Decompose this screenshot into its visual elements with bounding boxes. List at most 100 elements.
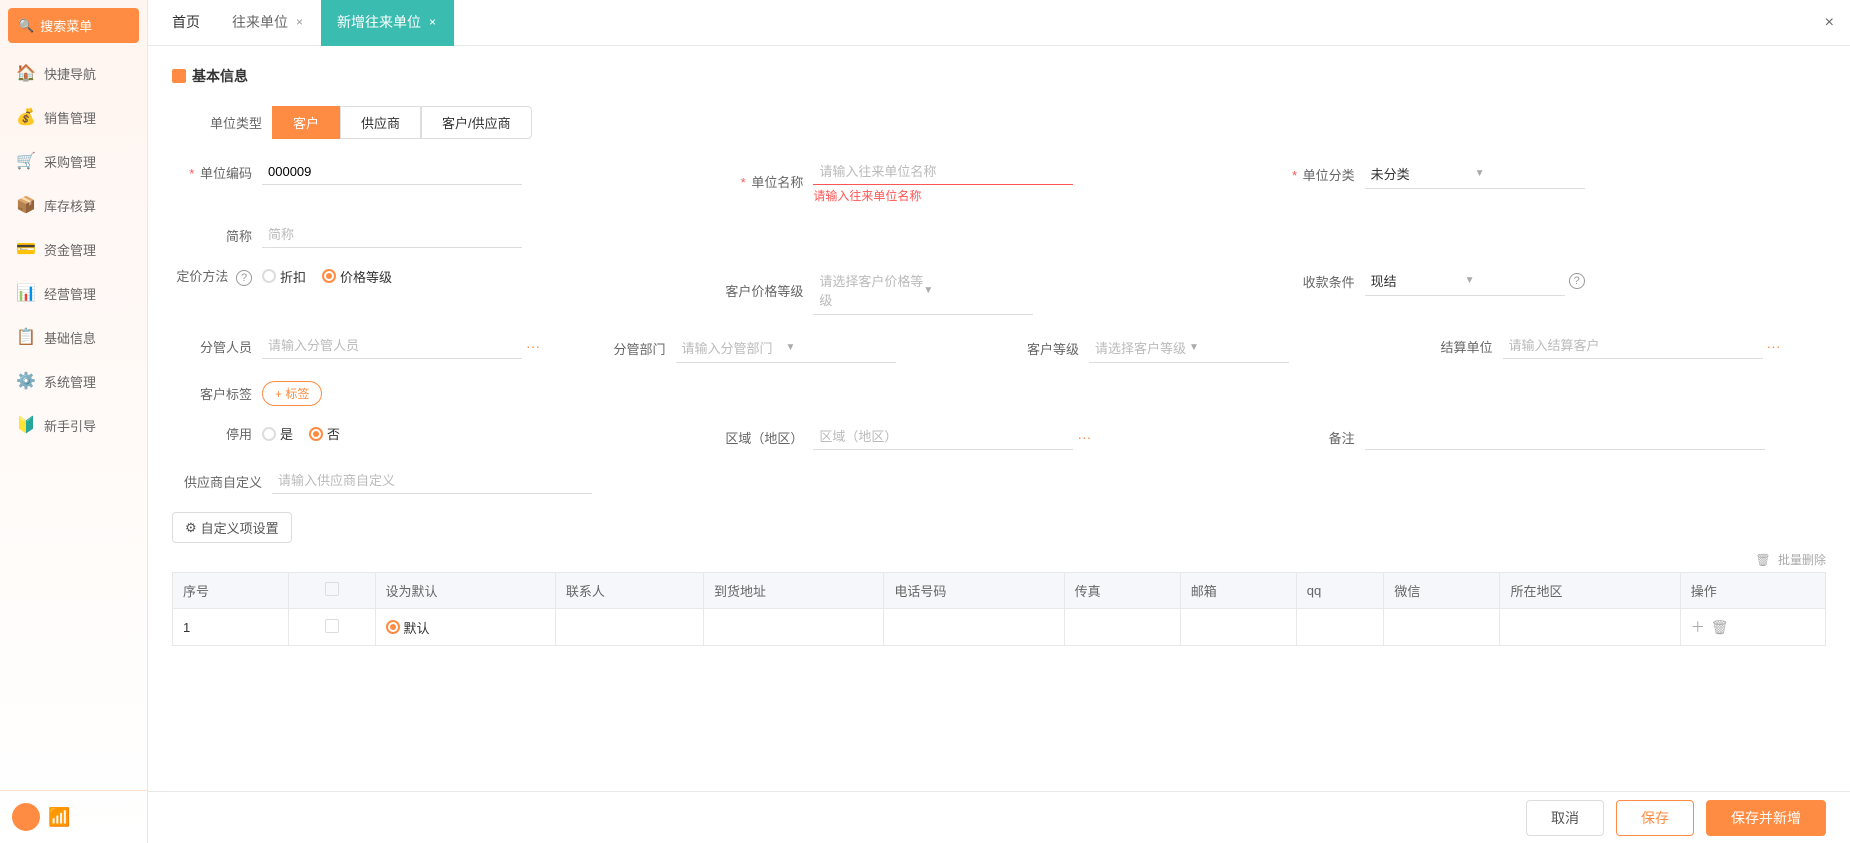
pricing-radio-discount[interactable]: 折扣 <box>262 267 306 286</box>
th-region: 所在地区 <box>1500 573 1680 609</box>
sidebar-item-label: 销售管理 <box>44 108 96 127</box>
remark-label: 备注 <box>1275 428 1365 447</box>
field-settlement: 结算单位 ··· <box>1413 333 1827 359</box>
settlement-more-btn[interactable]: ··· <box>1763 338 1785 354</box>
finance-icon: 💳 <box>16 239 36 259</box>
manager-input[interactable] <box>262 333 522 359</box>
settlement-label: 结算单位 <box>1413 337 1503 356</box>
sidebar-bottom: 📶 <box>0 790 147 843</box>
sidebar-item-system[interactable]: ⚙️ 系统管理 <box>0 359 147 403</box>
search-icon: 🔍 <box>18 18 34 34</box>
th-qq: qq <box>1296 573 1384 609</box>
sidebar-item-guide[interactable]: 🔰 新手引导 <box>0 403 147 447</box>
save-button[interactable]: 保存 <box>1616 800 1694 836</box>
th-wechat: 微信 <box>1384 573 1500 609</box>
unit-code-input[interactable] <box>262 159 522 185</box>
cancel-button[interactable]: 取消 <box>1526 800 1604 836</box>
unit-type-customer[interactable]: 客户 <box>272 106 340 139</box>
sidebar-item-purchase[interactable]: 🛒 采购管理 <box>0 139 147 183</box>
unit-name-input[interactable] <box>813 159 1073 185</box>
region-more-btn[interactable]: ··· <box>1073 429 1095 445</box>
td-default-radio[interactable]: 默认 <box>386 618 545 637</box>
manager-more-btn[interactable]: ··· <box>522 338 544 354</box>
supplier-custom-input[interactable] <box>272 468 592 494</box>
unit-category-label: * 单位分类 <box>1275 165 1365 184</box>
field-pricing: 定价方法 ? 折扣 价格等级 <box>172 266 723 286</box>
th-address: 到货地址 <box>704 573 884 609</box>
chevron-down-icon4: ▼ <box>786 342 890 353</box>
row-pricing: 定价方法 ? 折扣 价格等级 客户价格等级 <box>172 266 1826 315</box>
tab-home[interactable]: 首页 <box>156 0 216 46</box>
sales-icon: 💰 <box>16 107 36 127</box>
tabs-close-all[interactable]: × <box>1817 14 1842 32</box>
th-default: 设为默认 <box>375 573 555 609</box>
custom-settings-btn[interactable]: ⚙ 自定义项设置 <box>172 512 292 543</box>
add-row-btn[interactable]: ＋ <box>1691 617 1705 637</box>
sidebar-item-basic-info[interactable]: 📋 基础信息 <box>0 315 147 359</box>
delete-row-btn[interactable]: 🗑 <box>1711 619 1729 636</box>
field-unit-code: * 单位编码 <box>172 159 723 185</box>
customer-level-select[interactable]: 请选择客户等级 ▼ <box>1089 333 1289 363</box>
disable-radio-yes[interactable]: 是 <box>262 424 293 443</box>
field-disable: 停用 是 否 <box>172 424 723 443</box>
sidebar-item-quick-nav[interactable]: 🏠 快捷导航 <box>0 51 147 95</box>
chevron-down-icon3: ▼ <box>1465 275 1559 286</box>
radio-circle-default <box>386 620 400 634</box>
th-email: 邮箱 <box>1180 573 1296 609</box>
field-customer-level: 客户等级 请选择客户等级 ▼ <box>999 333 1413 363</box>
disable-radio-no[interactable]: 否 <box>309 424 340 443</box>
tag-add-label: + 标签 <box>275 385 309 402</box>
sidebar-item-label: 经营管理 <box>44 284 96 303</box>
required-mark: * <box>189 166 194 181</box>
tag-add-btn[interactable]: + 标签 <box>262 381 322 406</box>
unit-type-supplier[interactable]: 供应商 <box>340 106 421 139</box>
tab-new-partner-label: 新增往来单位 <box>337 12 421 32</box>
save-new-button[interactable]: 保存并新增 <box>1706 800 1826 836</box>
form-area: 基本信息 单位类型 客户 供应商 客户/供应商 * 单位编码 * <box>148 46 1850 791</box>
tab-partners-close[interactable]: × <box>294 15 305 29</box>
chevron-down-icon2: ▼ <box>923 285 1027 296</box>
unit-type-row: 单位类型 客户 供应商 客户/供应商 <box>172 106 1826 139</box>
unit-category-select[interactable]: 未分类 ▼ <box>1365 159 1585 189</box>
sidebar-item-finance[interactable]: 💳 资金管理 <box>0 227 147 271</box>
payment-select[interactable]: 现结 ▼ <box>1365 266 1565 296</box>
remark-input[interactable] <box>1365 424 1765 450</box>
sidebar-item-inventory[interactable]: 📦 库存核算 <box>0 183 147 227</box>
td-action: ＋ 🗑 <box>1680 609 1825 646</box>
field-unit-category: * 单位分类 未分类 ▼ <box>1275 159 1826 189</box>
pricing-radio-level[interactable]: 价格等级 <box>322 267 392 286</box>
sidebar-search[interactable]: 🔍 搜索菜单 <box>8 8 139 43</box>
customer-price-select[interactable]: 请选择客户价格等级 ▼ <box>813 266 1033 315</box>
radio-circle-level <box>322 269 336 283</box>
tab-partners[interactable]: 往来单位 × <box>216 0 321 46</box>
table-section: ⚙ 自定义项设置 🗑 批量删除 序号 设为默认 联系人 到货地址 <box>172 512 1826 646</box>
inventory-icon: 📦 <box>16 195 36 215</box>
tab-new-partner[interactable]: 新增往来单位 × <box>321 0 454 46</box>
row-checkbox[interactable] <box>325 619 339 633</box>
department-select[interactable]: 请输入分管部门 ▼ <box>676 333 896 363</box>
region-input[interactable] <box>813 424 1073 450</box>
td-no: 1 <box>173 609 289 646</box>
field-manager: 分管人员 ··· <box>172 333 586 359</box>
short-name-input[interactable] <box>262 222 522 248</box>
th-action: 操作 <box>1680 573 1825 609</box>
th-contact: 联系人 <box>555 573 703 609</box>
tab-new-partner-close[interactable]: × <box>427 15 438 29</box>
sidebar-item-operations[interactable]: 📊 经营管理 <box>0 271 147 315</box>
basic-info-icon: 📋 <box>16 327 36 347</box>
operations-icon: 📊 <box>16 283 36 303</box>
payment-label: 收款条件 <box>1275 272 1365 291</box>
row-disable: 停用 是 否 区域（地区） ··· <box>172 424 1826 450</box>
unit-name-wrapper: 请输入往来单位名称 <box>813 159 1073 204</box>
pricing-help-icon[interactable]: ? <box>236 270 252 286</box>
table-select-all[interactable] <box>325 582 339 596</box>
sidebar-item-sales[interactable]: 💰 销售管理 <box>0 95 147 139</box>
system-icon: ⚙️ <box>16 371 36 391</box>
payment-help-icon[interactable]: ? <box>1569 273 1585 289</box>
td-email <box>1180 609 1296 646</box>
unit-type-both[interactable]: 客户/供应商 <box>421 106 532 139</box>
sidebar-item-label: 采购管理 <box>44 152 96 171</box>
tabs-bar: 首页 往来单位 × 新增往来单位 × × <box>148 0 1850 46</box>
radio-circle-discount <box>262 269 276 283</box>
settlement-input[interactable] <box>1503 333 1763 359</box>
